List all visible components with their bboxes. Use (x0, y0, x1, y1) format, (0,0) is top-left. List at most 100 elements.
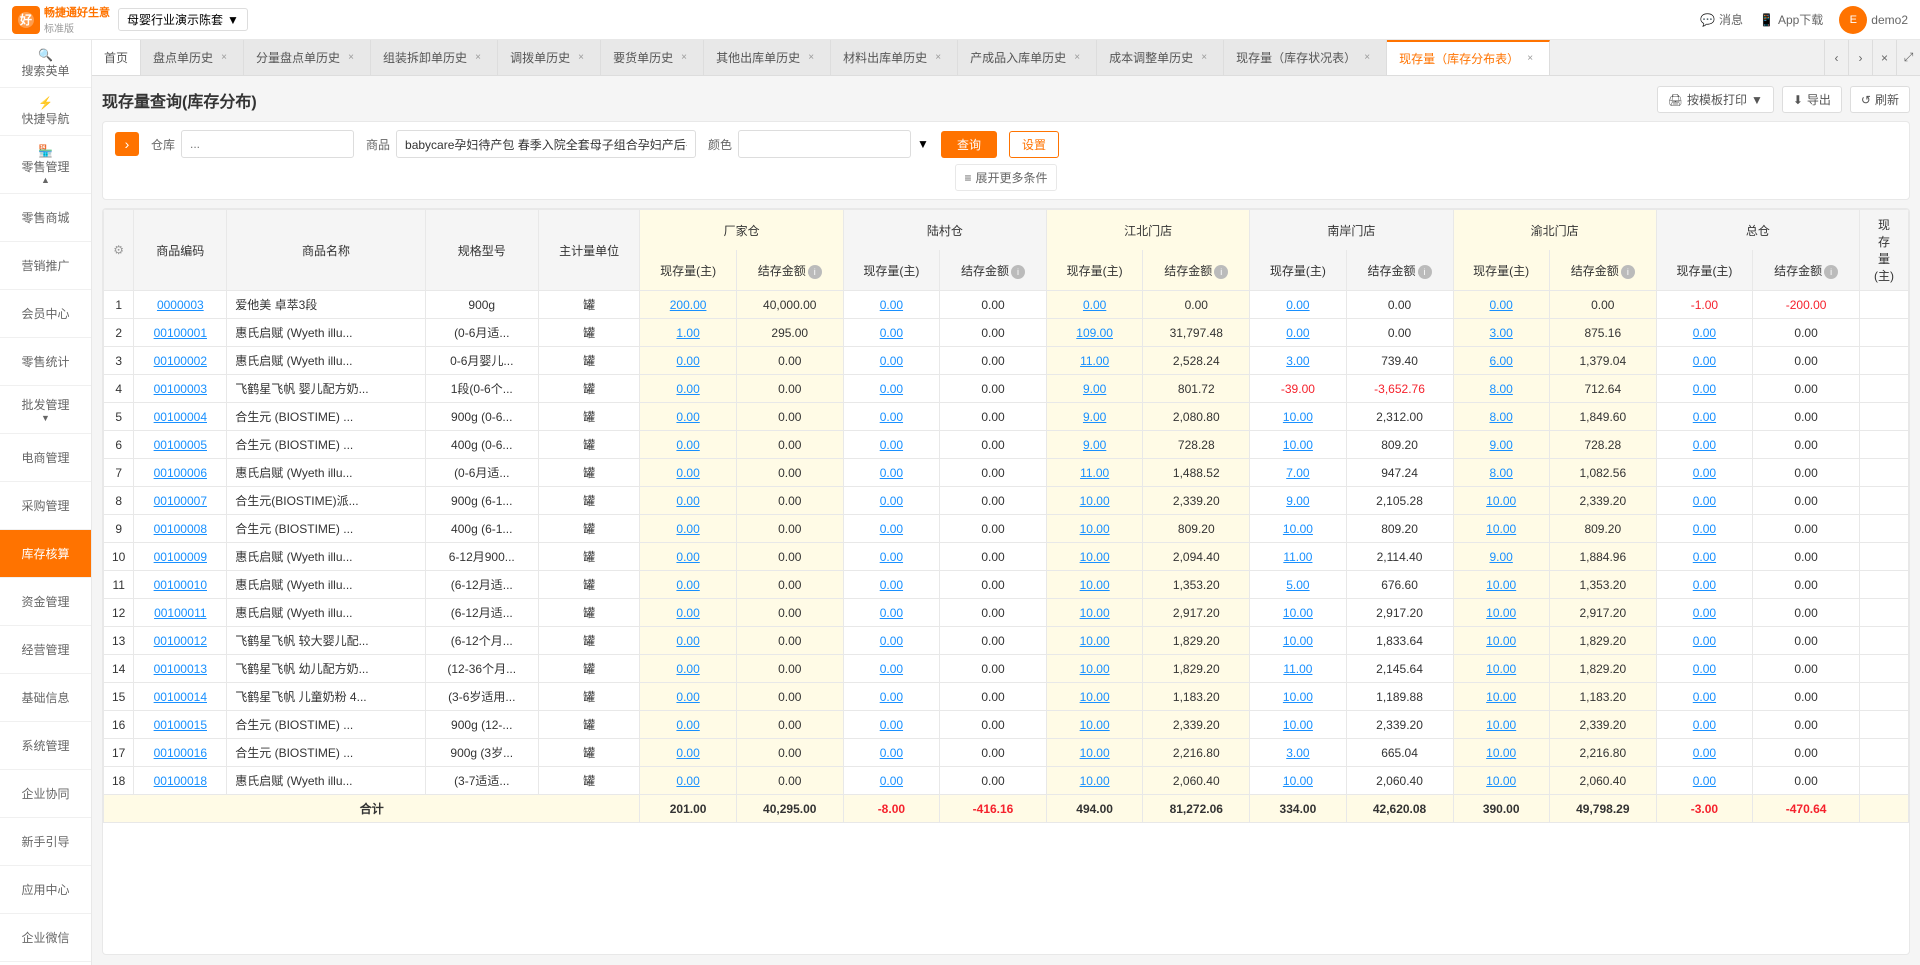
search-btn[interactable]: 查询 (941, 131, 997, 158)
qty-link[interactable]: 3.00 (1489, 326, 1512, 340)
code-link[interactable]: 00100005 (154, 438, 207, 452)
qty-link[interactable]: 10.00 (1080, 606, 1110, 620)
qty-link[interactable]: 0.00 (1693, 578, 1716, 592)
tab-close-icon[interactable]: × (1070, 51, 1084, 65)
tab-close-icon[interactable]: × (677, 51, 691, 65)
qty-link[interactable]: 10.00 (1080, 634, 1110, 648)
info-icon[interactable]: i (1621, 265, 1635, 279)
qty-link[interactable]: 11.00 (1080, 354, 1109, 368)
qty-link[interactable]: 0.00 (1286, 326, 1309, 340)
qty-link[interactable]: 3.00 (1286, 746, 1309, 760)
tab-item-0[interactable]: 盘点单历史 × (141, 40, 244, 76)
sidebar-item-retail-stats[interactable]: 零售统计 (0, 338, 91, 386)
qty-link[interactable]: 0.00 (676, 690, 699, 704)
qty-link[interactable]: 0.00 (676, 578, 699, 592)
qty-link[interactable]: 10.00 (1080, 578, 1110, 592)
qty-link[interactable]: 0.00 (1693, 718, 1716, 732)
code-link[interactable]: 00100001 (154, 326, 207, 340)
qty-link[interactable]: 0.00 (676, 494, 699, 508)
qty-link[interactable]: 0.00 (1693, 522, 1716, 536)
tab-prev-btn[interactable]: ‹ (1824, 40, 1848, 76)
code-link[interactable]: 00100003 (154, 382, 207, 396)
code-link[interactable]: 00100014 (154, 690, 207, 704)
code-link[interactable]: 00100015 (154, 718, 207, 732)
qty-link[interactable]: 0.00 (676, 662, 699, 676)
code-link[interactable]: 00100002 (154, 354, 207, 368)
qty-link[interactable]: 10.00 (1486, 494, 1516, 508)
print-btn[interactable]: 🖨 按模板打印 ▼ (1657, 86, 1774, 113)
sidebar-item-collab[interactable]: 企业协同 (0, 770, 91, 818)
qty-link[interactable]: 10.00 (1283, 438, 1313, 452)
qty-link[interactable]: 0.00 (880, 634, 903, 648)
qty-link[interactable]: 10.00 (1486, 774, 1516, 788)
tab-item-3[interactable]: 调拨单历史 × (498, 40, 601, 76)
qty-link[interactable]: 10.00 (1080, 522, 1110, 536)
qty-link[interactable]: 10.00 (1283, 774, 1313, 788)
qty-link[interactable]: 9.00 (1083, 382, 1106, 396)
qty-link[interactable]: 10.00 (1080, 690, 1110, 704)
qty-link[interactable]: 10.00 (1080, 774, 1110, 788)
qty-link[interactable]: 0.00 (1693, 382, 1716, 396)
qty-link[interactable]: 0.00 (1693, 690, 1716, 704)
qty-link[interactable]: 10.00 (1080, 550, 1110, 564)
qty-link[interactable]: 0.00 (880, 354, 903, 368)
qty-link[interactable]: 0.00 (676, 746, 699, 760)
tab-item-6[interactable]: 材料出库单历史 × (831, 40, 958, 76)
qty-link[interactable]: 0.00 (676, 410, 699, 424)
tab-close-icon[interactable]: × (1360, 51, 1374, 65)
tab-item-7[interactable]: 产成品入库单历史 × (958, 40, 1097, 76)
qty-link[interactable]: 0.00 (1693, 466, 1716, 480)
qty-link[interactable]: 0.00 (1693, 634, 1716, 648)
qty-link[interactable]: 0.00 (880, 326, 903, 340)
goods-input[interactable] (396, 130, 696, 158)
tab-close-icon[interactable]: × (1197, 51, 1211, 65)
sidebar-item-inventory[interactable]: 库存核算 (0, 530, 91, 578)
qty-link[interactable]: 11.00 (1283, 550, 1312, 564)
code-link[interactable]: 00100006 (154, 466, 207, 480)
sidebar-item-basic-info[interactable]: 基础信息 (0, 674, 91, 722)
sidebar-item-marketing[interactable]: 营销推广 (0, 242, 91, 290)
qty-link[interactable]: 0.00 (880, 438, 903, 452)
export-btn[interactable]: ⬇ 导出 (1782, 86, 1842, 113)
expand-conditions-btn[interactable]: ≡ 展开更多条件 (955, 164, 1056, 191)
qty-link[interactable]: 0.00 (1693, 746, 1716, 760)
code-link[interactable]: 00100004 (154, 410, 207, 424)
qty-link[interactable]: 0.00 (676, 354, 699, 368)
qty-link[interactable]: 0.00 (1693, 774, 1716, 788)
qty-link[interactable]: 0.00 (880, 522, 903, 536)
qty-link[interactable]: 10.00 (1486, 522, 1516, 536)
tab-close-icon[interactable]: × (804, 51, 818, 65)
sidebar-item-wholesale[interactable]: 批发管理 ▼ (0, 386, 91, 434)
qty-link[interactable]: 0.00 (1083, 298, 1106, 312)
qty-link[interactable]: 0.00 (880, 690, 903, 704)
qty-link[interactable]: 10.00 (1283, 690, 1313, 704)
qty-link[interactable]: 5.00 (1286, 578, 1309, 592)
qty-link[interactable]: 0.00 (676, 550, 699, 564)
sidebar-item-app-center[interactable]: 应用中心 (0, 866, 91, 914)
qty-link[interactable]: 0.00 (880, 606, 903, 620)
qty-link[interactable]: 0.00 (880, 410, 903, 424)
qty-link[interactable]: 0.00 (676, 606, 699, 620)
sidebar-item-ecom[interactable]: 电商管理 (0, 434, 91, 482)
qty-link[interactable]: 0.00 (880, 578, 903, 592)
qty-link[interactable]: 9.00 (1489, 550, 1512, 564)
qty-link[interactable]: 0.00 (880, 718, 903, 732)
tab-close-all-btn[interactable]: × (1872, 40, 1896, 76)
tab-next-btn[interactable]: › (1848, 40, 1872, 76)
color-input[interactable] (738, 130, 911, 158)
message-btn[interactable]: 💬 消息 (1700, 11, 1743, 28)
qty-link[interactable]: 3.00 (1286, 354, 1309, 368)
company-selector[interactable]: 母婴行业演示陈套 ▼ (118, 8, 248, 31)
code-link[interactable]: 00100012 (154, 634, 207, 648)
qty-link[interactable]: 0.00 (676, 522, 699, 536)
warehouse-input[interactable] (181, 130, 354, 158)
code-link[interactable]: 00100018 (154, 774, 207, 788)
info-icon[interactable]: i (1011, 265, 1025, 279)
tab-item-10[interactable]: 现存量（库存分布表） × (1387, 40, 1550, 76)
code-link[interactable]: 00100010 (154, 578, 207, 592)
qty-link[interactable]: 8.00 (1489, 382, 1512, 396)
qty-link[interactable]: 0.00 (676, 634, 699, 648)
qty-link[interactable]: 0.00 (1693, 662, 1716, 676)
qty-link[interactable]: 0.00 (1693, 494, 1716, 508)
qty-link[interactable]: 10.00 (1486, 662, 1516, 676)
